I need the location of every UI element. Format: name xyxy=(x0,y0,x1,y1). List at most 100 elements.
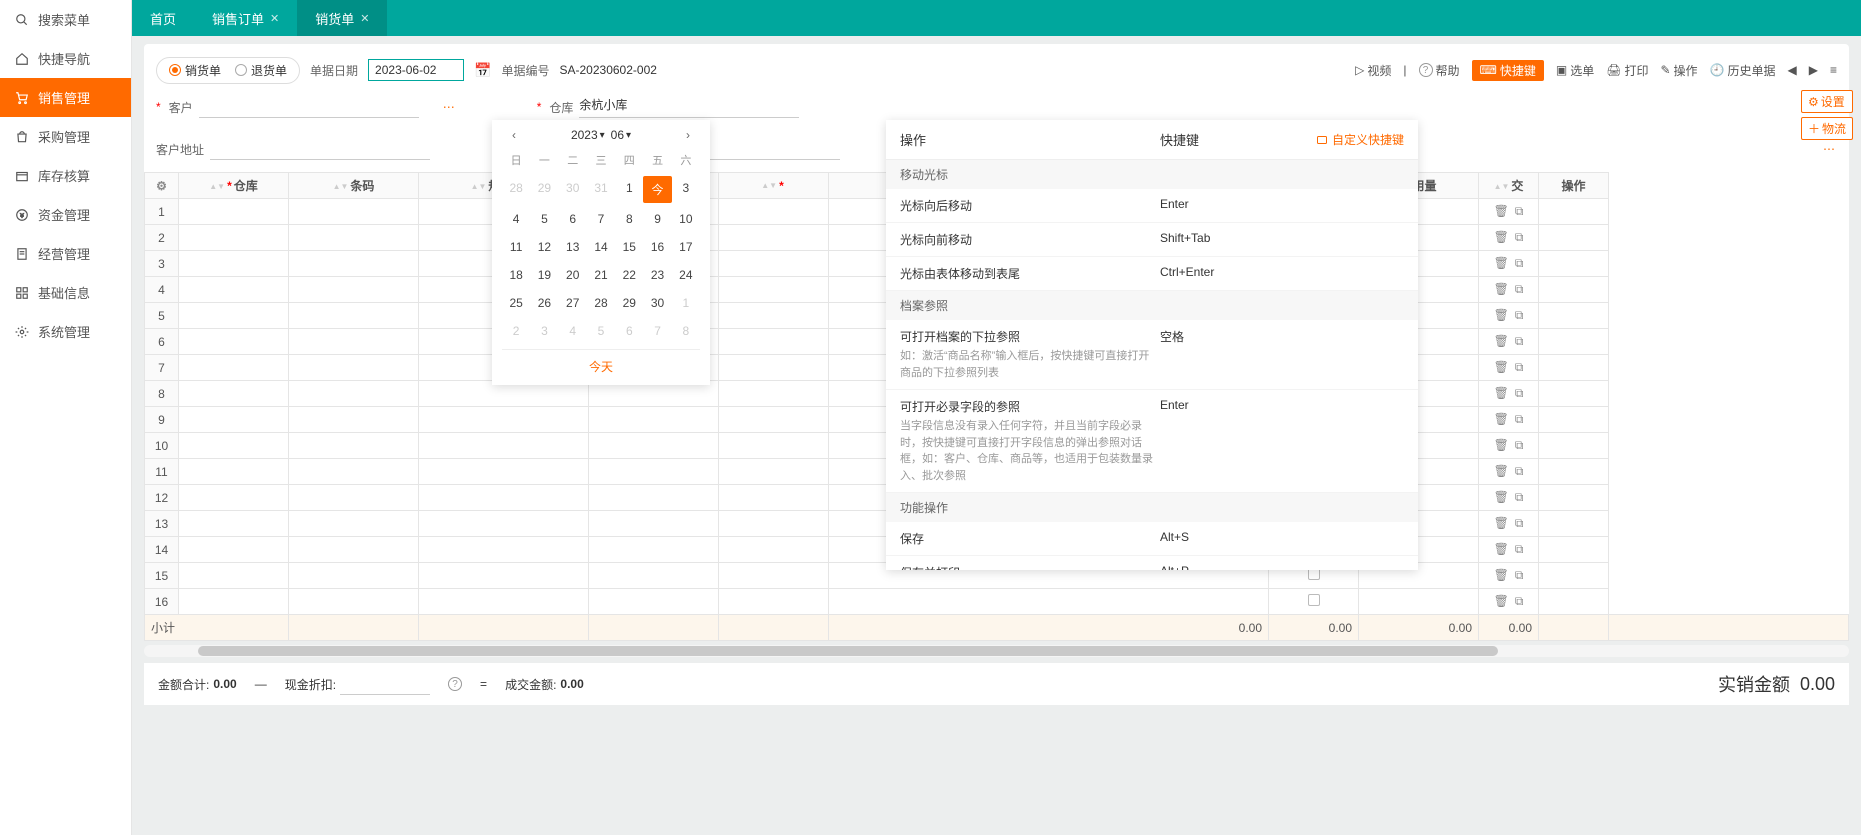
copy-icon[interactable]: ⧉ xyxy=(1515,438,1524,453)
close-icon[interactable]: ✕ xyxy=(270,12,279,25)
cell[interactable] xyxy=(719,407,829,433)
cal-day-prev[interactable]: 29 xyxy=(530,176,558,203)
copy-icon[interactable]: ⧉ xyxy=(1515,490,1524,505)
cal-year-select[interactable]: 2023▾ xyxy=(571,128,605,142)
copy-icon[interactable]: ⧉ xyxy=(1515,230,1524,245)
th-req[interactable]: ▲▼* xyxy=(719,173,829,199)
cal-prev[interactable]: ‹ xyxy=(506,128,522,142)
gift-checkbox[interactable] xyxy=(1308,594,1320,606)
cell[interactable] xyxy=(179,381,289,407)
cell[interactable] xyxy=(289,537,419,563)
cal-day[interactable]: 24 xyxy=(672,263,700,287)
cell[interactable] xyxy=(719,433,829,459)
cell[interactable] xyxy=(179,303,289,329)
cell[interactable] xyxy=(1269,589,1359,615)
more-icon[interactable]: ⋯ xyxy=(443,100,457,114)
cell[interactable] xyxy=(719,277,829,303)
cal-day-next[interactable]: 2 xyxy=(502,319,530,343)
cal-day[interactable]: 9 xyxy=(643,207,671,231)
print-button[interactable]: 🖨 打印 xyxy=(1606,62,1648,79)
cell[interactable] xyxy=(289,563,419,589)
cell[interactable] xyxy=(719,563,829,589)
cell[interactable] xyxy=(719,589,829,615)
cal-day-next[interactable]: 7 xyxy=(643,319,671,343)
cell[interactable] xyxy=(179,329,289,355)
cell[interactable] xyxy=(179,225,289,251)
copy-icon[interactable]: ⧉ xyxy=(1515,308,1524,323)
addr-input[interactable] xyxy=(210,138,430,160)
sidebar-item-sales[interactable]: 销售管理 xyxy=(0,78,131,117)
copy-icon[interactable]: ⧉ xyxy=(1515,594,1524,609)
cal-day[interactable]: 16 xyxy=(643,235,671,259)
cal-day-next[interactable]: 1 xyxy=(672,291,700,315)
sidebar-item-business[interactable]: 经营管理 xyxy=(0,234,131,273)
cal-day[interactable]: 17 xyxy=(672,235,700,259)
cell[interactable] xyxy=(589,537,719,563)
cal-day-next[interactable]: 3 xyxy=(530,319,558,343)
cell[interactable] xyxy=(289,303,419,329)
cell[interactable] xyxy=(179,407,289,433)
cal-day[interactable]: 今 xyxy=(643,176,671,203)
th-ops[interactable]: 操作 xyxy=(1539,173,1609,199)
cell[interactable] xyxy=(179,199,289,225)
sidebar-item-stock[interactable]: 库存核算 xyxy=(0,156,131,195)
cell[interactable] xyxy=(289,251,419,277)
hscroll-thumb[interactable] xyxy=(198,646,1498,656)
sidebar-item-funds[interactable]: ¥资金管理 xyxy=(0,195,131,234)
table-row[interactable]: 16🗑⧉ xyxy=(145,589,1849,615)
copy-icon[interactable]: ⧉ xyxy=(1515,204,1524,219)
cell[interactable] xyxy=(589,459,719,485)
cell[interactable] xyxy=(289,485,419,511)
th-deliver[interactable]: ▲▼交 xyxy=(1479,173,1539,199)
cell[interactable] xyxy=(829,589,1269,615)
cell[interactable] xyxy=(289,381,419,407)
cal-day[interactable]: 12 xyxy=(530,235,558,259)
copy-icon[interactable]: ⧉ xyxy=(1515,412,1524,427)
custom-shortcut-button[interactable]: 自定义快捷键 xyxy=(1316,131,1404,148)
help-button[interactable]: ?帮助 xyxy=(1419,62,1460,79)
gear-icon[interactable]: ⚙ xyxy=(156,179,167,193)
sidebar-item-quicknav[interactable]: 快捷导航 xyxy=(0,39,131,78)
cell[interactable] xyxy=(289,511,419,537)
delete-icon[interactable]: 🗑 xyxy=(1494,594,1509,609)
cal-day-prev[interactable]: 31 xyxy=(587,176,615,203)
next-button[interactable]: ▶ xyxy=(1809,63,1818,77)
cal-day[interactable]: 23 xyxy=(643,263,671,287)
cell[interactable] xyxy=(289,277,419,303)
cell[interactable] xyxy=(179,537,289,563)
cal-day-next[interactable]: 5 xyxy=(587,319,615,343)
cell[interactable] xyxy=(719,485,829,511)
cal-day[interactable]: 6 xyxy=(559,207,587,231)
cal-today-button[interactable]: 今天 xyxy=(502,349,700,379)
copy-icon[interactable]: ⧉ xyxy=(1515,282,1524,297)
cell[interactable] xyxy=(719,225,829,251)
copy-icon[interactable]: ⧉ xyxy=(1515,386,1524,401)
cell[interactable] xyxy=(179,433,289,459)
cal-day[interactable]: 30 xyxy=(643,291,671,315)
cal-day[interactable]: 1 xyxy=(615,176,643,203)
cell[interactable] xyxy=(289,329,419,355)
customer-input[interactable] xyxy=(199,96,419,118)
cell[interactable] xyxy=(419,589,589,615)
prev-button[interactable]: ◀ xyxy=(1788,63,1797,77)
sidebar-item-search[interactable]: 搜索菜单 xyxy=(0,0,131,39)
calendar-icon[interactable]: 📅 xyxy=(474,62,491,79)
cal-day-next[interactable]: 6 xyxy=(615,319,643,343)
cell[interactable] xyxy=(179,355,289,381)
radio-return[interactable]: 退货单 xyxy=(235,62,287,79)
delete-icon[interactable]: 🗑 xyxy=(1494,282,1509,297)
delete-icon[interactable]: 🗑 xyxy=(1494,308,1509,323)
cell[interactable] xyxy=(719,511,829,537)
settings-button[interactable]: ⚙ 设置 xyxy=(1801,90,1853,113)
cell[interactable] xyxy=(589,433,719,459)
help-icon[interactable]: ? xyxy=(448,677,462,691)
cal-day[interactable]: 3 xyxy=(672,176,700,203)
cell[interactable] xyxy=(179,485,289,511)
delete-icon[interactable]: 🗑 xyxy=(1494,256,1509,271)
cal-day[interactable]: 7 xyxy=(587,207,615,231)
delete-icon[interactable]: 🗑 xyxy=(1494,360,1509,375)
discount-input[interactable] xyxy=(340,673,430,695)
delete-icon[interactable]: 🗑 xyxy=(1494,386,1509,401)
cell[interactable] xyxy=(289,225,419,251)
delete-icon[interactable]: 🗑 xyxy=(1494,568,1509,583)
